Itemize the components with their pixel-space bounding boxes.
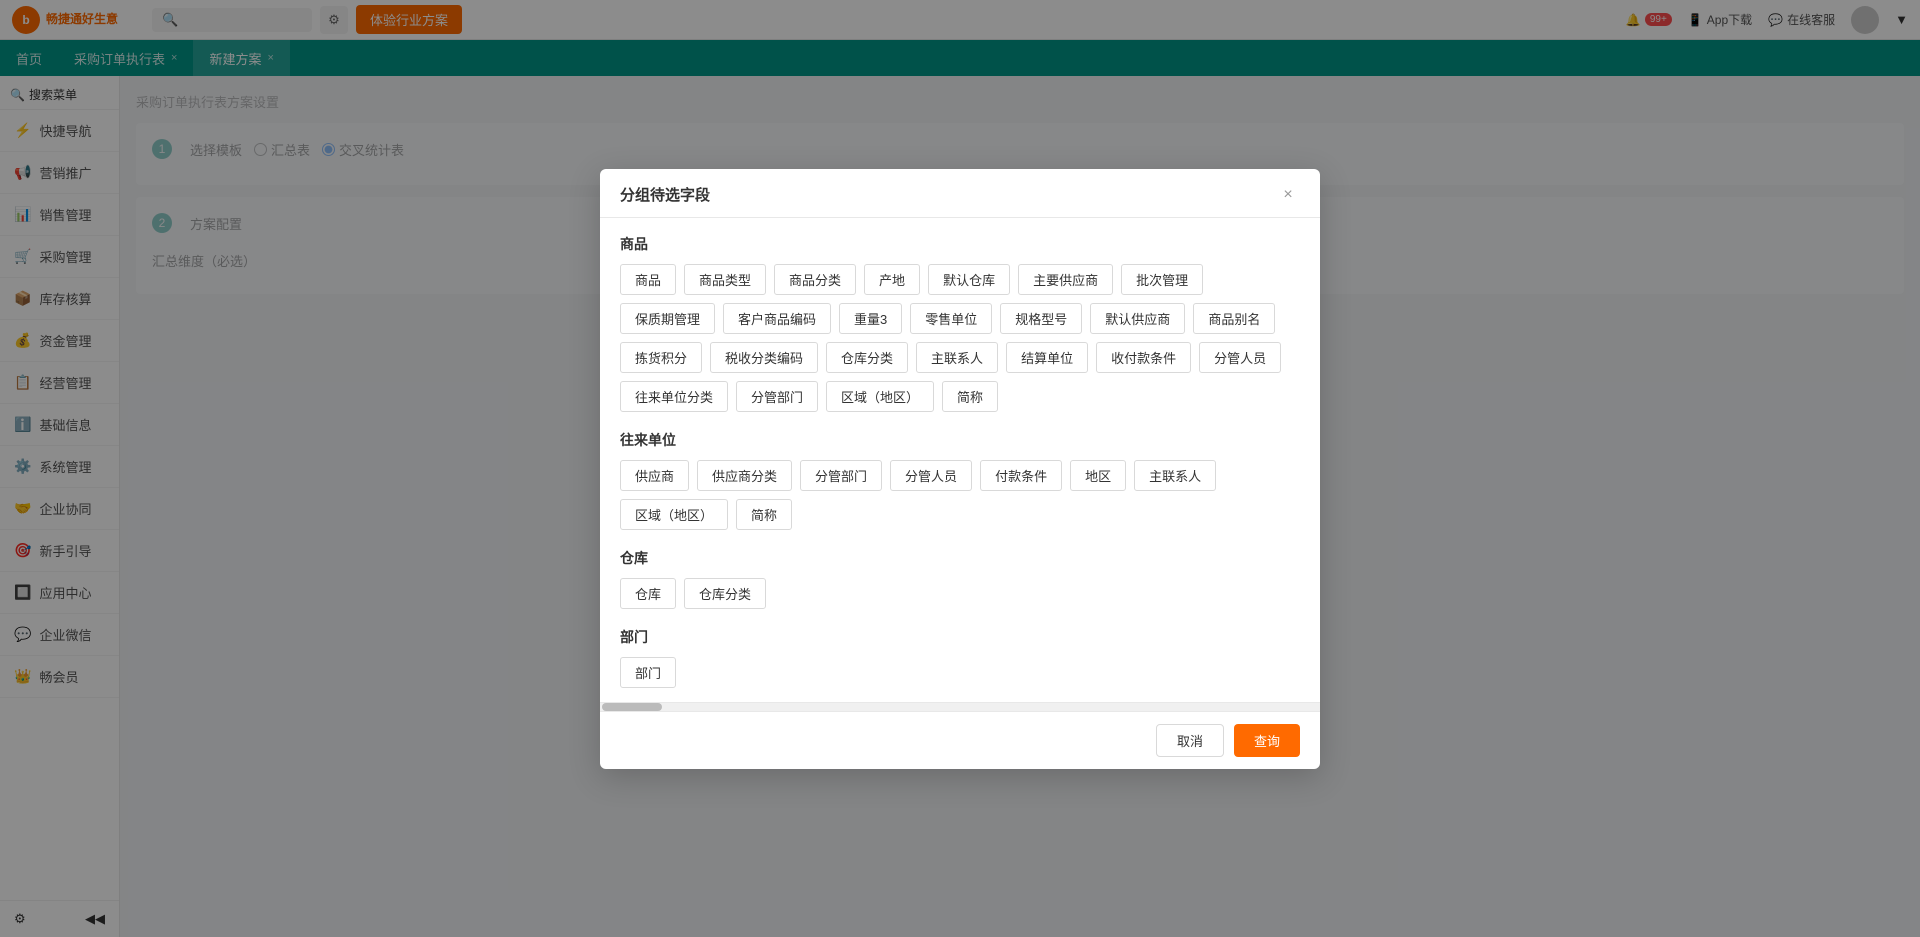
chip-supervisor[interactable]: 分管人员 xyxy=(1199,342,1281,373)
chip-abbr-contacts[interactable]: 简称 xyxy=(736,499,792,530)
field-group-dept: 部门 部门 xyxy=(620,627,1300,688)
chip-contact-cat[interactable]: 往来单位分类 xyxy=(620,381,728,412)
chip-pick-score[interactable]: 拣货积分 xyxy=(620,342,702,373)
cancel-button[interactable]: 取消 xyxy=(1156,724,1224,757)
chip-abbr-goods[interactable]: 简称 xyxy=(942,381,998,412)
modal-title: 分组待选字段 xyxy=(620,184,710,205)
chip-goods-type[interactable]: 商品类型 xyxy=(684,264,766,295)
chip-main-contact[interactable]: 主联系人 xyxy=(916,342,998,373)
field-group-contacts-title: 往来单位 xyxy=(620,430,1300,450)
modal-close-btn[interactable]: × xyxy=(1276,183,1300,207)
chip-warehouse-category[interactable]: 仓库分类 xyxy=(684,578,766,609)
modal-body: 商品 商品 商品类型 商品分类 产地 默认仓库 主要供应商 批次管理 保质期管理… xyxy=(600,218,1320,702)
chip-goods-category[interactable]: 商品分类 xyxy=(774,264,856,295)
modal-header: 分组待选字段 × xyxy=(600,169,1320,218)
chip-retail-unit[interactable]: 零售单位 xyxy=(910,303,992,334)
field-chips-goods: 商品 商品类型 商品分类 产地 默认仓库 主要供应商 批次管理 保质期管理 客户… xyxy=(620,264,1300,412)
chip-settlement-unit[interactable]: 结算单位 xyxy=(1006,342,1088,373)
chip-dept-mgr[interactable]: 分管部门 xyxy=(736,381,818,412)
field-chips-warehouse: 仓库 仓库分类 xyxy=(620,578,1300,609)
field-group-warehouse: 仓库 仓库 仓库分类 xyxy=(620,548,1300,609)
chip-tax-code[interactable]: 税收分类编码 xyxy=(710,342,818,373)
chip-area[interactable]: 地区 xyxy=(1070,460,1126,491)
chip-weight[interactable]: 重量3 xyxy=(839,303,902,334)
chip-batch-mgmt[interactable]: 批次管理 xyxy=(1121,264,1203,295)
modal-overlay: 分组待选字段 × 商品 商品 商品类型 商品分类 产地 默认仓库 主要供应商 批… xyxy=(0,0,1920,937)
chip-default-supplier[interactable]: 默认供应商 xyxy=(1090,303,1185,334)
chip-warehouse-cat[interactable]: 仓库分类 xyxy=(826,342,908,373)
field-group-goods: 商品 商品 商品类型 商品分类 产地 默认仓库 主要供应商 批次管理 保质期管理… xyxy=(620,234,1300,412)
chip-main-supplier[interactable]: 主要供应商 xyxy=(1018,264,1113,295)
field-group-contacts: 往来单位 供应商 供应商分类 分管部门 分管人员 付款条件 地区 主联系人 区域… xyxy=(620,430,1300,530)
chip-origin[interactable]: 产地 xyxy=(864,264,920,295)
chip-customer-code[interactable]: 客户商品编码 xyxy=(723,303,831,334)
chip-supplier-cat[interactable]: 供应商分类 xyxy=(697,460,792,491)
field-group-warehouse-title: 仓库 xyxy=(620,548,1300,568)
chip-goods[interactable]: 商品 xyxy=(620,264,676,295)
chip-dept-contacts[interactable]: 分管部门 xyxy=(800,460,882,491)
confirm-button[interactable]: 查询 xyxy=(1234,724,1300,757)
chip-goods-alias[interactable]: 商品别名 xyxy=(1193,303,1275,334)
modal-hscroll[interactable] xyxy=(600,702,1320,711)
chip-warehouse[interactable]: 仓库 xyxy=(620,578,676,609)
modal-footer: 取消 查询 xyxy=(600,711,1320,769)
chip-payment-terms[interactable]: 收付款条件 xyxy=(1096,342,1191,373)
chip-region-goods[interactable]: 区域（地区） xyxy=(826,381,934,412)
chip-dept[interactable]: 部门 xyxy=(620,657,676,688)
field-group-dept-title: 部门 xyxy=(620,627,1300,647)
chip-main-contact-contacts[interactable]: 主联系人 xyxy=(1134,460,1216,491)
field-group-goods-title: 商品 xyxy=(620,234,1300,254)
field-chips-contacts: 供应商 供应商分类 分管部门 分管人员 付款条件 地区 主联系人 区域（地区） … xyxy=(620,460,1300,530)
chip-spec-model[interactable]: 规格型号 xyxy=(1000,303,1082,334)
chip-payment-cond[interactable]: 付款条件 xyxy=(980,460,1062,491)
chip-default-warehouse[interactable]: 默认仓库 xyxy=(928,264,1010,295)
chip-region-contacts[interactable]: 区域（地区） xyxy=(620,499,728,530)
field-select-modal: 分组待选字段 × 商品 商品 商品类型 商品分类 产地 默认仓库 主要供应商 批… xyxy=(600,169,1320,769)
chip-shelf-life[interactable]: 保质期管理 xyxy=(620,303,715,334)
chip-supplier[interactable]: 供应商 xyxy=(620,460,689,491)
chip-supervisor-contacts[interactable]: 分管人员 xyxy=(890,460,972,491)
hscroll-thumb[interactable] xyxy=(602,703,662,711)
field-chips-dept: 部门 xyxy=(620,657,1300,688)
